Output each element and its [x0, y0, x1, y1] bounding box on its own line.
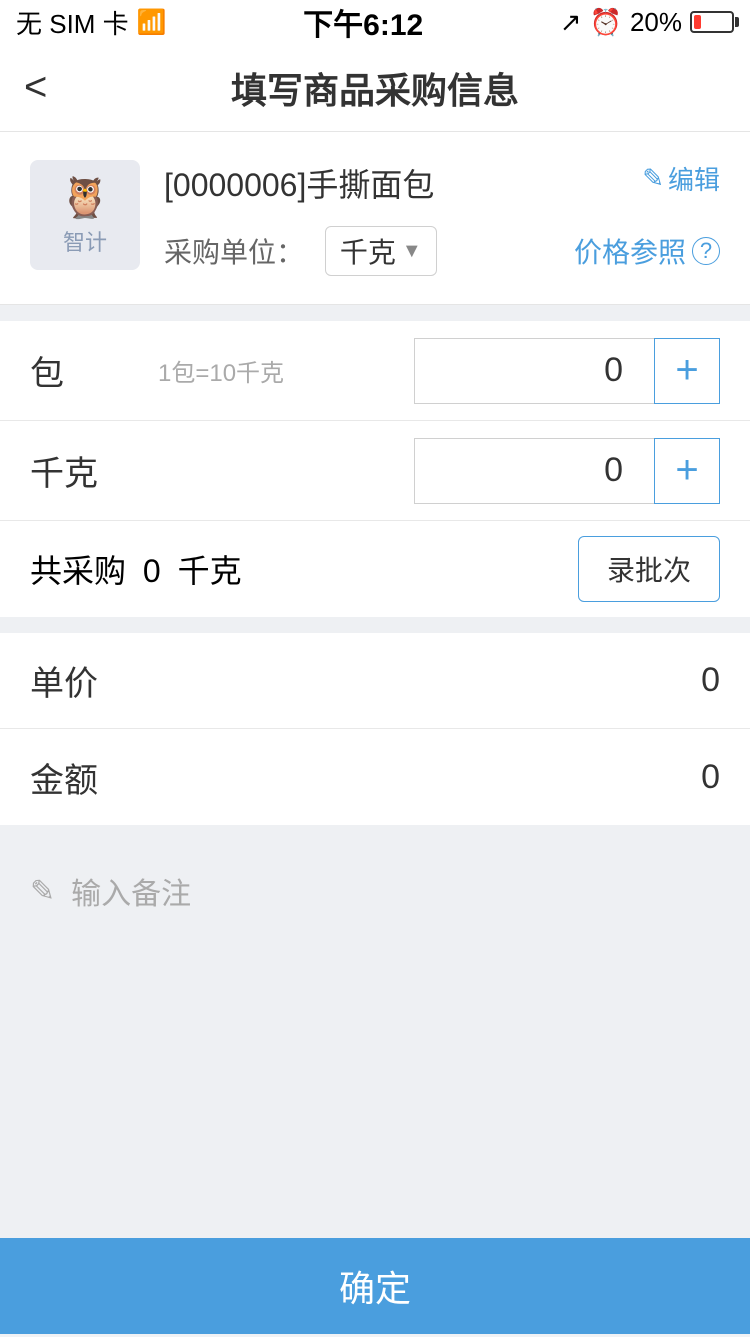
remark-input[interactable]: ✎ 输入备注 — [30, 869, 720, 913]
unit-price-row: 单价 0 — [0, 633, 750, 729]
bag-plus-icon: + — [675, 348, 698, 393]
input-section: 包 1包=10千克 + 千克 + — [0, 321, 750, 521]
remark-section[interactable]: ✎ 输入备注 — [0, 841, 750, 941]
product-info-row1: [0000006]手撕面包 ✎ 编辑 — [164, 160, 720, 206]
summary-prefix: 共采购 — [30, 553, 126, 589]
kg-input-group: + — [414, 438, 720, 504]
product-thumb-text: 智计 — [63, 225, 107, 257]
kg-label: 千克 — [30, 446, 150, 495]
nav-bar: < 填写商品采购信息 — [0, 44, 750, 132]
empty-area — [0, 941, 750, 1241]
chevron-down-icon: ▼ — [402, 240, 422, 263]
confirm-button[interactable]: 确定 — [0, 1238, 750, 1334]
summary-row: 共采购 0 千克 录批次 — [0, 521, 750, 617]
kg-quantity-input[interactable] — [414, 438, 654, 504]
product-thumb-icon: 🦉 — [60, 174, 110, 221]
kg-row: 千克 + — [0, 421, 750, 521]
bag-input-group: + — [414, 338, 720, 404]
unit-label: 采购单位： — [164, 237, 304, 268]
kg-plus-icon: + — [675, 448, 698, 493]
amount-row: 金额 0 — [0, 729, 750, 825]
summary-amount: 0 — [143, 553, 161, 589]
footer: 确定 — [0, 1238, 750, 1334]
remark-placeholder: 输入备注 — [71, 869, 191, 913]
back-button[interactable]: < — [24, 65, 47, 110]
alarm-icon: ⏰ — [590, 7, 622, 38]
bag-quantity-input[interactable] — [414, 338, 654, 404]
bag-label: 包 — [30, 346, 150, 395]
unit-price-label: 单价 — [30, 656, 98, 705]
unit-value: 千克 — [340, 231, 396, 271]
section-divider-3 — [0, 825, 750, 841]
pencil-remark-icon: ✎ — [30, 874, 55, 909]
status-time: 下午6:12 — [303, 0, 423, 44]
edit-button[interactable]: ✎ 编辑 — [642, 160, 720, 197]
page-content: 🦉 智计 [0000006]手撕面包 ✎ 编辑 采购单位： 千克 ▼ — [0, 132, 750, 1337]
amount-label: 金额 — [30, 753, 98, 802]
product-info-row2: 采购单位： 千克 ▼ 价格参照 ? — [164, 226, 720, 276]
edit-icon: ✎ — [642, 163, 664, 194]
bag-sub: 1包=10千克 — [158, 353, 414, 388]
product-name: [0000006]手撕面包 — [164, 160, 434, 206]
bag-row: 包 1包=10千克 + — [0, 321, 750, 421]
amount-value: 0 — [701, 758, 720, 797]
summary-suffix: 千克 — [178, 553, 242, 589]
product-info: [0000006]手撕面包 ✎ 编辑 采购单位： 千克 ▼ 价格参照 ? — [164, 160, 720, 276]
price-ref-button[interactable]: 价格参照 ? — [574, 231, 720, 271]
status-right: ↗ ⏰ 20% — [560, 7, 734, 38]
product-card: 🦉 智计 [0000006]手撕面包 ✎ 编辑 采购单位： 千克 ▼ — [0, 132, 750, 305]
batch-button[interactable]: 录批次 — [578, 536, 720, 602]
product-thumbnail: 🦉 智计 — [30, 160, 140, 270]
section-divider-1 — [0, 305, 750, 321]
price-section: 单价 0 金额 0 — [0, 633, 750, 825]
battery-icon — [690, 11, 734, 33]
unit-area: 采购单位： 千克 ▼ — [164, 226, 437, 276]
help-icon: ? — [692, 237, 720, 265]
section-divider-2 — [0, 617, 750, 633]
unit-select[interactable]: 千克 ▼ — [325, 226, 437, 276]
wifi-icon: 📶 — [137, 8, 167, 37]
sim-text: 无 SIM 卡 — [16, 4, 129, 41]
battery-fill — [694, 15, 701, 29]
battery-percent: 20% — [630, 7, 682, 38]
status-bar: 无 SIM 卡 📶 下午6:12 ↗ ⏰ 20% — [0, 0, 750, 44]
unit-price-value: 0 — [701, 661, 720, 700]
bag-plus-button[interactable]: + — [654, 338, 720, 404]
summary-text: 共采购 0 千克 — [30, 546, 242, 592]
page-title: 填写商品采购信息 — [231, 62, 519, 114]
price-ref-label: 价格参照 — [574, 231, 686, 271]
status-left: 无 SIM 卡 📶 — [16, 4, 167, 41]
location-icon: ↗ — [560, 7, 582, 38]
kg-plus-button[interactable]: + — [654, 438, 720, 504]
